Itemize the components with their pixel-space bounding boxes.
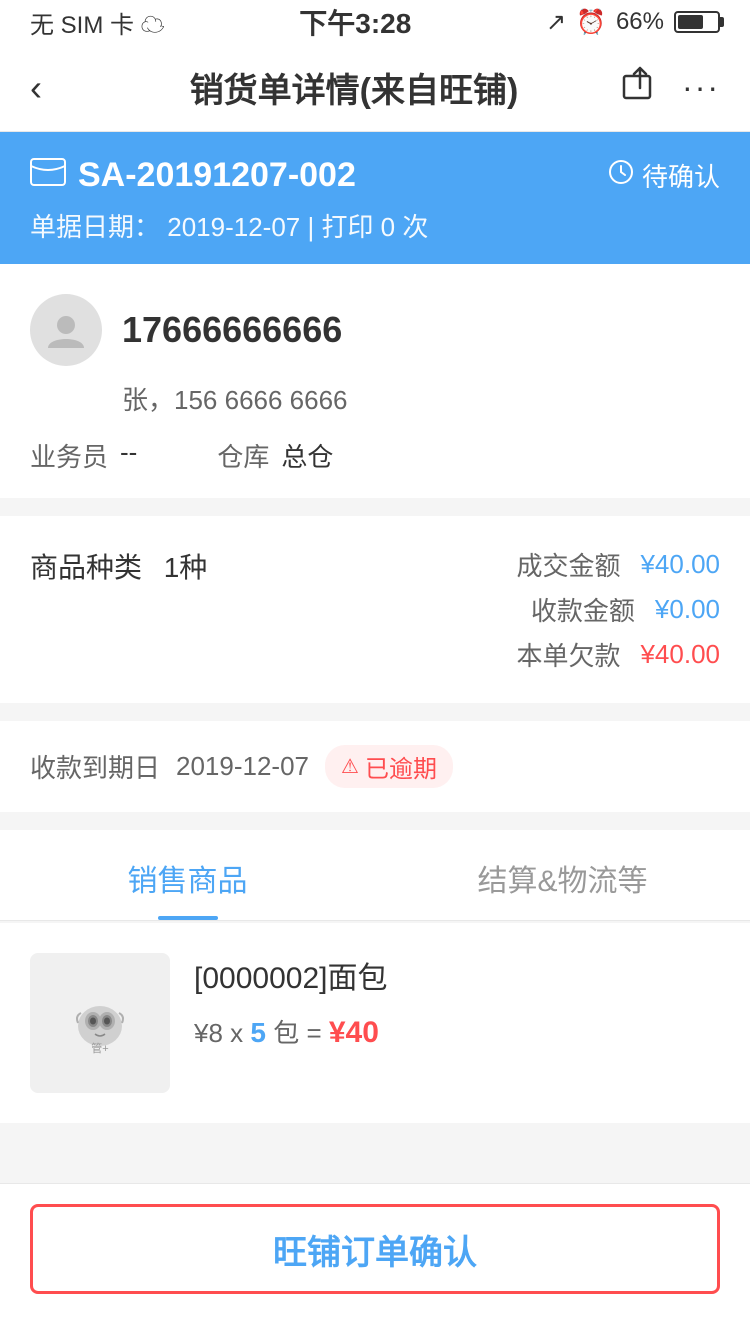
sales-label: 业务员 bbox=[30, 437, 108, 474]
received-value: ¥0.00 bbox=[655, 594, 720, 625]
overdue-badge: ⚠ 已逾期 bbox=[325, 745, 453, 788]
share-icon bbox=[618, 62, 662, 106]
nav-bar: ‹ 销货单详情(来自旺铺) ··· bbox=[0, 44, 750, 132]
due-label: 收款到期日 bbox=[30, 748, 160, 785]
multiply-sign: x bbox=[230, 1018, 250, 1048]
location-icon: ↗ bbox=[546, 8, 566, 37]
svg-text:管+: 管+ bbox=[91, 1041, 108, 1055]
bottom-bar: 旺铺订单确认 bbox=[0, 1183, 750, 1334]
quantity: 5 bbox=[250, 1017, 266, 1048]
tab-settlement-label: 结算&物流等 bbox=[477, 865, 647, 898]
order-date: 单据日期： 2019-12-07 | 打印 0 次 bbox=[30, 207, 720, 244]
status-clock-icon bbox=[608, 159, 634, 192]
status-time: 下午3:28 bbox=[299, 2, 411, 42]
share-button[interactable] bbox=[618, 62, 662, 113]
owed-label: 本单欠款 bbox=[516, 636, 620, 673]
tab-underline bbox=[158, 916, 218, 920]
total-price: ¥40 bbox=[329, 1016, 379, 1049]
status-bar: 无 SIM 卡 ☁ 下午3:28 ↗ ⏰ 66% bbox=[0, 0, 750, 44]
product-type-value: 1种 bbox=[164, 552, 208, 583]
status-text: 待确认 bbox=[642, 157, 720, 194]
product-image: 管+ bbox=[55, 988, 145, 1058]
product-thumbnail: 管+ bbox=[30, 953, 170, 1093]
amount-label: 成交金额 bbox=[516, 546, 620, 583]
unit: 包 bbox=[273, 1018, 299, 1048]
back-button[interactable]: ‹ bbox=[30, 67, 90, 109]
product-price: ¥8 x 5 包 = ¥40 bbox=[194, 1013, 720, 1050]
sales-value: -- bbox=[120, 437, 137, 474]
order-status: 待确认 bbox=[608, 157, 720, 194]
received-label: 收款金额 bbox=[531, 591, 635, 628]
divider-2 bbox=[0, 705, 750, 721]
customer-section: 17666666666 张，156 6666 6666 业务员 -- 仓库 总仓 bbox=[0, 264, 750, 498]
sim-label: 无 SIM 卡 ☁ bbox=[30, 5, 165, 40]
customer-name: 张，156 6666 6666 bbox=[122, 380, 720, 417]
more-button[interactable]: ··· bbox=[682, 69, 720, 106]
customer-phone: 17666666666 bbox=[122, 309, 342, 351]
customer-avatar bbox=[30, 294, 102, 366]
order-id-text: SA-20191207-002 bbox=[78, 156, 356, 195]
product-type-label: 商品种类 bbox=[30, 552, 142, 583]
product-section: 管+ [0000002]面包 ¥8 x 5 包 = ¥40 bbox=[0, 923, 750, 1123]
battery-text: 66% bbox=[616, 8, 664, 36]
divider-1 bbox=[0, 500, 750, 516]
equals-sign: = bbox=[306, 1018, 328, 1048]
status-right: ↗ ⏰ 66% bbox=[546, 8, 720, 37]
avatar-icon bbox=[44, 308, 88, 352]
stats-section: 商品种类 1种 成交金额 ¥40.00 收款金额 ¥0.00 本单欠款 ¥40.… bbox=[0, 516, 750, 703]
sales-meta: 业务员 -- bbox=[30, 437, 137, 474]
alarm-icon: ⏰ bbox=[576, 8, 606, 37]
divider-3 bbox=[0, 814, 750, 830]
tab-sales-products[interactable]: 销售商品 bbox=[0, 830, 375, 920]
owed-row: 本单欠款 ¥40.00 bbox=[516, 636, 720, 673]
overdue-icon: ⚠ bbox=[341, 754, 359, 779]
warehouse-meta: 仓库 总仓 bbox=[217, 437, 333, 474]
received-row: 收款金额 ¥0.00 bbox=[531, 591, 720, 628]
product-name: [0000002]面包 bbox=[194, 953, 720, 997]
order-header: SA-20191207-002 待确认 单据日期： 2019-12-07 | 打… bbox=[0, 132, 750, 264]
due-section: 收款到期日 2019-12-07 ⚠ 已逾期 bbox=[0, 721, 750, 812]
warehouse-label: 仓库 bbox=[217, 437, 269, 474]
battery-icon bbox=[674, 11, 720, 33]
status-left: 无 SIM 卡 ☁ bbox=[30, 5, 165, 40]
confirm-order-button[interactable]: 旺铺订单确认 bbox=[30, 1204, 720, 1294]
tab-settlement[interactable]: 结算&物流等 bbox=[375, 830, 750, 920]
order-id: SA-20191207-002 bbox=[30, 156, 356, 195]
overdue-text: 已逾期 bbox=[365, 749, 437, 784]
stats-right: 成交金额 ¥40.00 收款金额 ¥0.00 本单欠款 ¥40.00 bbox=[516, 546, 720, 673]
warehouse-value: 总仓 bbox=[281, 437, 333, 474]
customer-meta: 业务员 -- 仓库 总仓 bbox=[30, 437, 720, 474]
tabs-section: 销售商品 结算&物流等 bbox=[0, 830, 750, 921]
due-date: 2019-12-07 bbox=[176, 751, 309, 782]
nav-actions: ··· bbox=[618, 62, 720, 113]
order-icon bbox=[30, 156, 66, 195]
unit-price: ¥8 bbox=[194, 1018, 223, 1048]
tab-sales-label: 销售商品 bbox=[128, 865, 248, 898]
amount-value: ¥40.00 bbox=[640, 549, 720, 580]
stats-left: 商品种类 1种 bbox=[30, 546, 207, 586]
owed-value: ¥40.00 bbox=[640, 639, 720, 670]
product-info: [0000002]面包 ¥8 x 5 包 = ¥40 bbox=[194, 953, 720, 1050]
amount-row: 成交金额 ¥40.00 bbox=[516, 546, 720, 583]
page-title: 销货单详情(来自旺铺) bbox=[90, 63, 618, 112]
